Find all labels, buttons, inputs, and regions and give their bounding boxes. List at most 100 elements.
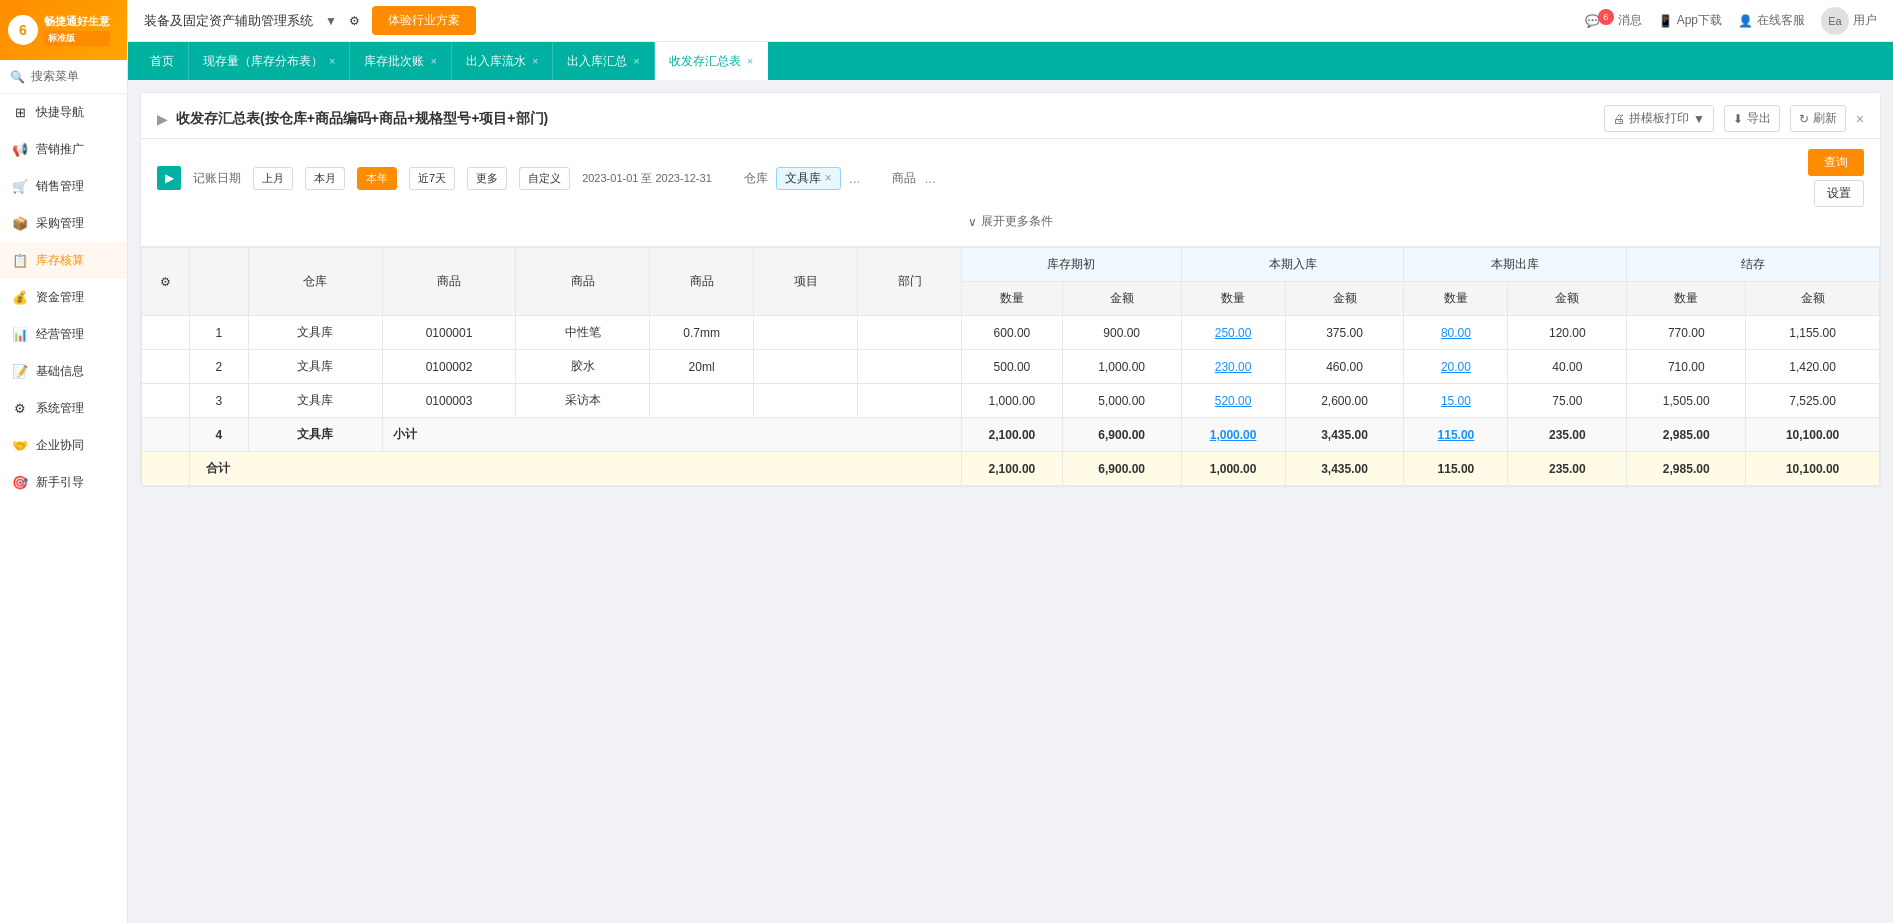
message-btn[interactable]: 💬 6 消息 [1585,12,1642,29]
row-in-amount: 2,600.00 [1285,384,1404,418]
sidebar-item-operations[interactable]: 📊 经营管理 [0,316,127,353]
refresh-button[interactable]: ↻ 刷新 [1790,105,1846,132]
sidebar-item-system[interactable]: ⚙ 系统管理 [0,390,127,427]
sidebar-item-marketing[interactable]: 📢 营销推广 [0,131,127,168]
goods-ellipsis-btn[interactable]: ... [924,170,936,186]
table-header-goods-spec: 商品 [650,248,754,316]
print-dropdown-icon: ▼ [1693,112,1705,126]
row-in-qty[interactable]: 230.00 [1181,350,1285,384]
filter-panel: ▶ 记账日期 上月 本月 本年 近7天 更多 自定义 2023-01-01 至 … [141,139,1880,247]
subtotal-opening-amount: 6,900.00 [1062,418,1181,452]
tab-in-out-flow[interactable]: 出入库流水 × [452,42,553,80]
sidebar-item-basic[interactable]: 📝 基础信息 [0,353,127,390]
print-label: 拼模板打印 [1629,110,1689,127]
sidebar-item-label: 基础信息 [36,363,84,380]
table-header-gear[interactable]: ⚙ [142,248,190,316]
refresh-icon: ↻ [1799,112,1809,126]
operations-icon: 📊 [12,327,28,343]
sidebar-logo: 6 畅捷通好生意 标准版 [0,0,127,60]
close-page-button[interactable]: × [1856,111,1864,127]
tab-close-icon[interactable]: × [430,55,436,67]
setting-button[interactable]: 设置 [1814,180,1864,207]
system-title: 装备及固定资产辅助管理系统 [144,12,313,30]
tab-batch-account[interactable]: 库存批次账 × [350,42,451,80]
row-out-amount: 40.00 [1508,350,1627,384]
sidebar-item-label: 系统管理 [36,400,84,417]
app-download-btn[interactable]: 📱 App下载 [1658,12,1722,29]
logo-icon: 6 [8,15,38,45]
app-download-label: App下载 [1677,12,1722,29]
tab-close-icon[interactable]: × [532,55,538,67]
subtotal-num: 4 [189,418,248,452]
tab-close-icon[interactable]: × [747,55,753,67]
filter-expand-arrow[interactable]: ▶ [157,166,181,190]
try-button[interactable]: 体验行业方案 [372,6,476,35]
system-dropdown[interactable]: ▼ [325,14,337,28]
sidebar-item-inventory[interactable]: 📋 库存核算 [0,242,127,279]
row-in-qty[interactable]: 250.00 [1181,316,1285,350]
table-header-project: 项目 [754,248,858,316]
table-header-opening-amount: 金额 [1062,282,1181,316]
tab-home[interactable]: 首页 [136,42,189,80]
query-button[interactable]: 查询 [1808,149,1864,176]
date-btn-custom[interactable]: 自定义 [519,167,570,190]
sidebar-item-label: 销售管理 [36,178,84,195]
export-button[interactable]: ⬇ 导出 [1724,105,1780,132]
sidebar-item-quick-nav[interactable]: ⊞ 快捷导航 [0,94,127,131]
sidebar-item-finance[interactable]: 💰 资金管理 [0,279,127,316]
purchase-icon: 📦 [12,216,28,232]
warehouse-filter-tag[interactable]: 文具库 × [776,167,841,190]
subtotal-out-qty[interactable]: 115.00 [1404,418,1508,452]
tab-home-label: 首页 [150,53,174,70]
warehouse-ellipsis-btn[interactable]: ... [849,170,861,186]
tab-close-icon[interactable]: × [329,55,335,67]
sidebar-item-guide[interactable]: 🎯 新手引导 [0,464,127,501]
goods-filter-label: 商品 [892,170,916,187]
date-btn-this-month[interactable]: 本月 [305,167,345,190]
tab-receipt-summary[interactable]: 收发存汇总表 × [655,42,768,80]
row-out-qty[interactable]: 80.00 [1404,316,1508,350]
table-header-out-amount: 金额 [1508,282,1627,316]
page-title: 收发存汇总表(按仓库+商品编码+商品+规格型号+项目+部门) [176,110,548,128]
row-in-qty[interactable]: 520.00 [1181,384,1285,418]
tab-close-icon[interactable]: × [633,55,639,67]
row-goods-code: 0100002 [382,350,516,384]
warehouse-tag-close-icon[interactable]: × [825,171,832,185]
row-goods-spec [650,384,754,418]
subtotal-in-qty[interactable]: 1,000.00 [1181,418,1285,452]
row-goods-spec: 20ml [650,350,754,384]
cooperation-icon: 🤝 [12,438,28,454]
date-btn-7days[interactable]: 近7天 [409,167,455,190]
table-row: 2 文具库 0100002 胶水 20ml 500.00 1,000.00 23… [142,350,1880,384]
sidebar-item-sales[interactable]: 🛒 销售管理 [0,168,127,205]
print-button[interactable]: 🖨 拼模板打印 ▼ [1604,105,1714,132]
row-goods-name: 中性笔 [516,316,650,350]
sidebar-search-item[interactable]: 🔍 搜索菜单 [0,60,127,94]
settings-icon[interactable]: ⚙ [349,14,360,28]
refresh-label: 刷新 [1813,110,1837,127]
avatar: Ea [1821,7,1849,35]
search-icon: 🔍 [10,70,25,84]
row-goods-spec: 0.7mm [650,316,754,350]
date-btn-last-month[interactable]: 上月 [253,167,293,190]
date-btn-this-year[interactable]: 本年 [357,167,397,190]
tab-in-out-summary[interactable]: 出入库汇总 × [553,42,654,80]
app-tag: 标准版 [44,31,110,46]
row-out-qty[interactable]: 20.00 [1404,350,1508,384]
row-gear [142,350,190,384]
row-in-amount: 375.00 [1285,316,1404,350]
table-header-in-group: 本期入库 [1181,248,1404,282]
content-area: ▶ 收发存汇总表(按仓库+商品编码+商品+规格型号+项目+部门) 🖨 拼模板打印… [128,80,1893,923]
tab-inventory-dist[interactable]: 现存量（库存分布表） × [189,42,350,80]
sidebar-item-cooperation[interactable]: 🤝 企业协同 [0,427,127,464]
top-header: 装备及固定资产辅助管理系统 ▼ ⚙ 体验行业方案 💬 6 消息 📱 App下载 … [128,0,1893,42]
main-card: ▶ 收发存汇总表(按仓库+商品编码+商品+规格型号+项目+部门) 🖨 拼模板打印… [140,92,1881,487]
date-btn-more[interactable]: 更多 [467,167,507,190]
total-balance-amount: 10,100.00 [1746,452,1880,486]
expand-more-btn[interactable]: ∨ 展开更多条件 [157,207,1864,236]
user-btn[interactable]: Ea 用户 [1821,7,1877,35]
sidebar-item-purchase[interactable]: 📦 采购管理 [0,205,127,242]
row-warehouse: 文具库 [248,350,382,384]
row-out-qty[interactable]: 15.00 [1404,384,1508,418]
online-service-btn[interactable]: 👤 在线客服 [1738,12,1805,29]
